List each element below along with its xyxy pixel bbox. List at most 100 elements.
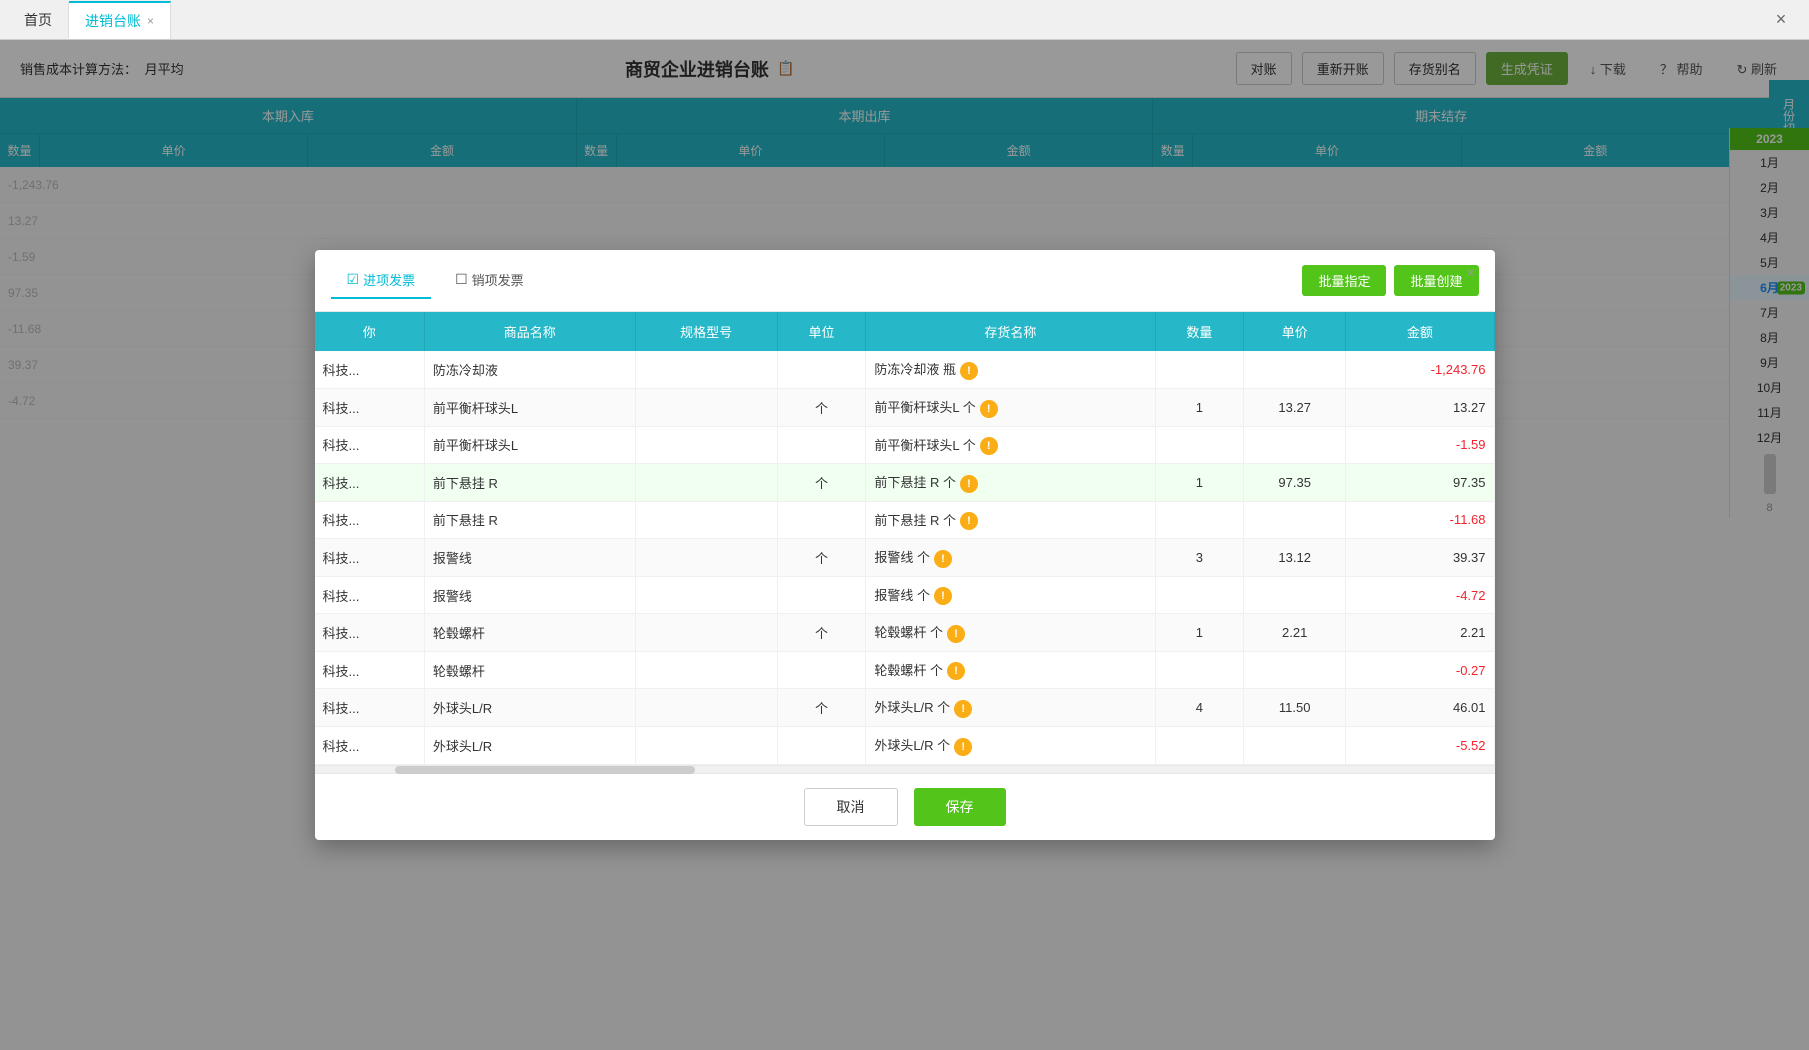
table-cell: 前下悬挂 R <box>424 464 635 502</box>
invoice-modal: ☑ 进项发票 ☐ 销项发票 批量指定 批量创建 × 你 <box>315 250 1495 839</box>
table-row: 科技...报警线报警线 个!-4.72 <box>315 576 1495 614</box>
table-cell: 科技... <box>315 689 425 727</box>
table-cell: -1.59 <box>1346 426 1494 464</box>
table-cell <box>1244 501 1346 539</box>
table-cell <box>777 576 866 614</box>
amount-value: -5.52 <box>1456 738 1486 753</box>
table-cell: 个 <box>777 539 866 577</box>
modal-close-button[interactable]: × <box>1459 262 1483 286</box>
amount-value: -11.68 <box>1450 512 1486 527</box>
table-cell <box>1244 651 1346 689</box>
inventory-name: 外球头L/R 个 <box>874 738 950 753</box>
table-header-row: 你 商品名称 规格型号 单位 存货名称 数量 单价 金额 <box>315 312 1495 351</box>
table-cell: -5.52 <box>1346 727 1494 765</box>
table-cell <box>1244 351 1346 388</box>
col-header-7: 单价 <box>1244 312 1346 351</box>
modal-table-wrap: 你 商品名称 规格型号 单位 存货名称 数量 单价 金额 科技...防冻冷却液防… <box>315 312 1495 764</box>
warning-icon: ! <box>947 625 965 643</box>
tab-home[interactable]: 首页 <box>8 2 69 38</box>
table-cell: 个 <box>777 689 866 727</box>
table-cell: 防冻冷却液 <box>424 351 635 388</box>
inventory-name: 前下悬挂 R 个 <box>874 475 956 490</box>
amount-value: 97.35 <box>1453 475 1486 490</box>
warning-icon: ! <box>960 362 978 380</box>
table-row: 科技...前平衡杆球头L前平衡杆球头L 个!-1.59 <box>315 426 1495 464</box>
table-cell: 前平衡杆球头L 个! <box>866 388 1155 426</box>
modal-scroll-thumb[interactable] <box>395 766 695 774</box>
table-cell <box>1244 727 1346 765</box>
table-cell: 科技... <box>315 614 425 652</box>
tab-ledger[interactable]: 进销台账 × <box>69 1 171 39</box>
inventory-name: 轮毂螺杆 个 <box>874 625 943 640</box>
table-cell: 轮毂螺杆 个! <box>866 614 1155 652</box>
table-cell <box>635 501 777 539</box>
cancel-button[interactable]: 取消 <box>804 788 898 826</box>
inventory-name: 外球头L/R 个 <box>874 700 950 715</box>
warning-icon: ! <box>947 662 965 680</box>
amount-value: 2.21 <box>1460 625 1485 640</box>
table-cell <box>1155 426 1244 464</box>
table-cell <box>1155 501 1244 539</box>
batch-assign-button[interactable]: 批量指定 <box>1302 265 1386 296</box>
modal-table-body: 科技...防冻冷却液防冻冷却液 瓶!-1,243.76科技...前平衡杆球头L个… <box>315 351 1495 764</box>
table-cell <box>635 576 777 614</box>
inventory-name: 报警线 个 <box>874 550 930 565</box>
amount-value: 13.27 <box>1453 400 1486 415</box>
amount-value: -1,243.76 <box>1431 362 1486 377</box>
table-row: 科技...报警线个报警线 个!313.1239.37 <box>315 539 1495 577</box>
col-header-5: 存货名称 <box>866 312 1155 351</box>
inventory-name: 轮毂螺杆 个 <box>874 663 943 678</box>
warning-icon: ! <box>954 738 972 756</box>
table-cell: 个 <box>777 614 866 652</box>
table-cell: 前平衡杆球头L <box>424 388 635 426</box>
amount-value: -1.59 <box>1456 437 1486 452</box>
table-cell: 科技... <box>315 539 425 577</box>
table-cell <box>777 651 866 689</box>
table-cell: 13.12 <box>1244 539 1346 577</box>
table-cell: 个 <box>777 464 866 502</box>
tab-invoice-in[interactable]: ☑ 进项发票 <box>331 262 432 299</box>
table-cell: 4 <box>1155 689 1244 727</box>
col-header-2: 商品名称 <box>424 312 635 351</box>
table-cell <box>777 426 866 464</box>
invoice-in-icon: ☑ <box>347 271 360 288</box>
table-cell: 1 <box>1155 464 1244 502</box>
inventory-name: 前平衡杆球头L 个 <box>874 400 975 415</box>
tab-invoice-out[interactable]: ☐ 销项发票 <box>439 262 540 299</box>
table-cell <box>635 727 777 765</box>
save-button[interactable]: 保存 <box>914 788 1006 826</box>
table-cell: 外球头L/R 个! <box>866 689 1155 727</box>
table-cell: -1,243.76 <box>1346 351 1494 388</box>
table-cell: 轮毂螺杆 <box>424 614 635 652</box>
table-cell <box>635 426 777 464</box>
main-content: 销售成本计算方法： 月平均 商贸企业进销台账 📋 对账 重新开账 存货别名 生成… <box>0 40 1809 1050</box>
table-cell: 2.21 <box>1346 614 1494 652</box>
window-close-button[interactable]: × <box>1761 0 1801 40</box>
inventory-name: 防冻冷却液 瓶 <box>874 362 956 377</box>
table-cell: 11.50 <box>1244 689 1346 727</box>
table-cell: 前平衡杆球头L 个! <box>866 426 1155 464</box>
table-row: 科技...前下悬挂 R前下悬挂 R 个!-11.68 <box>315 501 1495 539</box>
warning-icon: ! <box>954 700 972 718</box>
table-cell: 科技... <box>315 727 425 765</box>
table-cell <box>777 727 866 765</box>
col-header-8: 金额 <box>1346 312 1494 351</box>
invoice-out-icon: ☐ <box>455 271 468 288</box>
warning-icon: ! <box>934 550 952 568</box>
modal-scroll-bar[interactable] <box>315 765 1495 773</box>
table-cell: 46.01 <box>1346 689 1494 727</box>
tab-close-icon[interactable]: × <box>147 14 154 28</box>
table-row: 科技...前平衡杆球头L个前平衡杆球头L 个!113.2713.27 <box>315 388 1495 426</box>
table-cell <box>635 464 777 502</box>
table-row: 科技...前下悬挂 R个前下悬挂 R 个!197.3597.35 <box>315 464 1495 502</box>
modal-header-buttons: 批量指定 批量创建 <box>1302 265 1478 296</box>
table-row: 科技...轮毂螺杆轮毂螺杆 个!-0.27 <box>315 651 1495 689</box>
table-cell <box>635 614 777 652</box>
table-cell: 1 <box>1155 388 1244 426</box>
table-cell: 科技... <box>315 388 425 426</box>
table-row: 科技...外球头L/R个外球头L/R 个!411.5046.01 <box>315 689 1495 727</box>
table-cell: 科技... <box>315 651 425 689</box>
table-row: 科技...防冻冷却液防冻冷却液 瓶!-1,243.76 <box>315 351 1495 388</box>
tab-bar: 首页 进销台账 × × <box>0 0 1809 40</box>
table-cell: 防冻冷却液 瓶! <box>866 351 1155 388</box>
